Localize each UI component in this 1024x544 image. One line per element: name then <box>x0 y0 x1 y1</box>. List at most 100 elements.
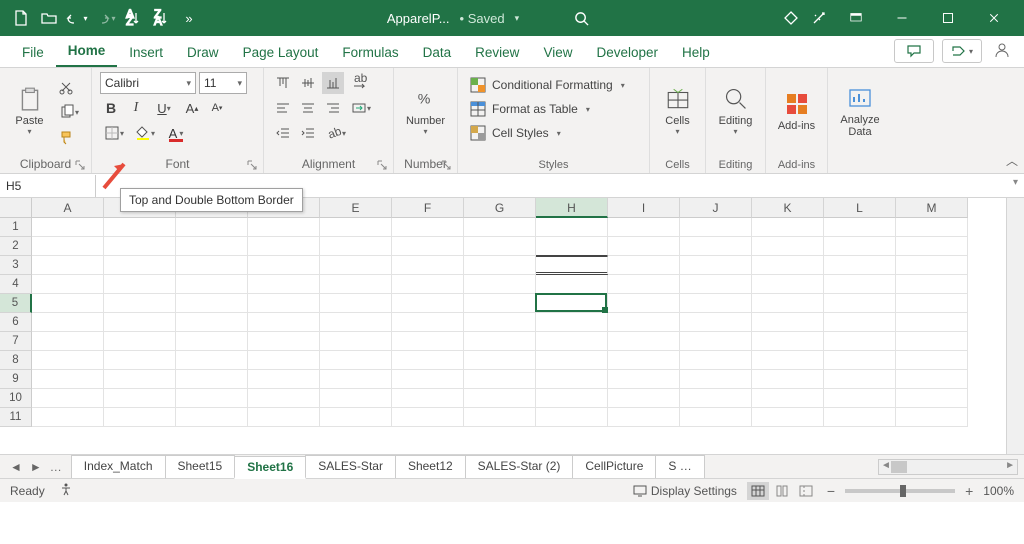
sheet-nav-next-icon[interactable]: ► <box>30 460 42 474</box>
cell[interactable] <box>896 408 968 427</box>
cell[interactable] <box>104 313 176 332</box>
cell[interactable] <box>536 389 608 408</box>
cell[interactable] <box>464 294 536 313</box>
row-header[interactable]: 3 <box>0 256 32 275</box>
row-header[interactable]: 9 <box>0 370 32 389</box>
cell[interactable] <box>608 370 680 389</box>
formula-bar-expand-icon[interactable]: ▾ <box>1013 177 1018 188</box>
cell[interactable] <box>464 313 536 332</box>
cell[interactable] <box>608 294 680 313</box>
cell[interactable] <box>248 332 320 351</box>
cell[interactable] <box>248 294 320 313</box>
underline-button[interactable]: U▾ <box>150 97 178 119</box>
cell[interactable] <box>320 389 392 408</box>
sort-desc-icon[interactable]: ZA <box>148 5 174 31</box>
format-painter-icon[interactable] <box>55 126 77 148</box>
search-icon[interactable] <box>569 6 593 30</box>
row-header[interactable]: 1 <box>0 218 32 237</box>
cell[interactable] <box>752 332 824 351</box>
tab-developer[interactable]: Developer <box>584 39 670 67</box>
cell[interactable] <box>32 275 104 294</box>
paste-button[interactable]: Paste ▾ <box>8 72 51 150</box>
select-all-corner[interactable] <box>0 198 32 218</box>
column-header[interactable]: I <box>608 198 680 218</box>
cell[interactable] <box>32 218 104 237</box>
cell[interactable] <box>176 256 248 275</box>
cell[interactable] <box>536 408 608 427</box>
cell[interactable] <box>536 218 608 237</box>
column-header[interactable]: K <box>752 198 824 218</box>
cell[interactable] <box>752 370 824 389</box>
cell[interactable] <box>608 351 680 370</box>
close-button[interactable] <box>972 4 1016 32</box>
row-header[interactable]: 4 <box>0 275 32 294</box>
cell-styles-button[interactable]: Cell Styles▾ <box>466 122 629 144</box>
cells-button[interactable]: Cells▾ <box>658 72 697 150</box>
dialog-launcher-icon[interactable] <box>441 160 451 170</box>
cell[interactable] <box>464 332 536 351</box>
cell[interactable] <box>464 256 536 275</box>
cell[interactable] <box>32 237 104 256</box>
cell[interactable] <box>608 332 680 351</box>
sheet-tab[interactable]: Sheet16 <box>234 456 306 479</box>
display-settings-button[interactable]: Display Settings <box>633 484 737 498</box>
tab-formulas[interactable]: Formulas <box>330 39 410 67</box>
dialog-launcher-icon[interactable] <box>247 160 257 170</box>
cell[interactable] <box>680 275 752 294</box>
cell[interactable] <box>536 237 608 256</box>
italic-button[interactable]: I <box>125 97 147 119</box>
borders-button[interactable]: ▾ <box>100 122 128 144</box>
cell[interactable] <box>896 256 968 275</box>
cell[interactable] <box>392 256 464 275</box>
tab-home[interactable]: Home <box>56 37 118 67</box>
cell[interactable] <box>320 218 392 237</box>
sheet-tab[interactable]: SALES-Star <box>305 455 396 478</box>
sort-asc-icon[interactable]: AZ <box>120 5 146 31</box>
zoom-in-button[interactable]: + <box>965 483 973 499</box>
cell[interactable] <box>536 256 608 275</box>
cell[interactable] <box>824 313 896 332</box>
cell[interactable] <box>32 256 104 275</box>
cell[interactable] <box>32 294 104 313</box>
cell[interactable] <box>752 351 824 370</box>
cell[interactable] <box>824 237 896 256</box>
cell[interactable] <box>752 275 824 294</box>
cell[interactable] <box>608 237 680 256</box>
row-header[interactable]: 2 <box>0 237 32 256</box>
cell[interactable] <box>248 256 320 275</box>
sheet-tab[interactable]: S … <box>655 455 704 478</box>
cell[interactable] <box>248 408 320 427</box>
merge-button[interactable]: ▾ <box>347 97 375 119</box>
undo-icon[interactable]: ▾ <box>64 5 90 31</box>
increase-indent-icon[interactable] <box>297 122 319 144</box>
cell[interactable] <box>824 218 896 237</box>
tab-review[interactable]: Review <box>463 39 531 67</box>
cell[interactable] <box>536 275 608 294</box>
cell[interactable] <box>752 408 824 427</box>
cell[interactable] <box>680 351 752 370</box>
name-box[interactable]: H5 <box>0 175 96 197</box>
cell[interactable] <box>392 237 464 256</box>
sheet-tab[interactable]: Sheet12 <box>395 455 466 478</box>
cell[interactable] <box>176 275 248 294</box>
cell[interactable] <box>320 275 392 294</box>
tab-view[interactable]: View <box>531 39 584 67</box>
cell[interactable] <box>680 389 752 408</box>
align-middle-icon[interactable] <box>297 72 319 94</box>
cell[interactable] <box>320 256 392 275</box>
spreadsheet-grid[interactable]: 1234567891011 ABCDEFGHIJKLM <box>0 198 1024 454</box>
analyze-data-button[interactable]: Analyze Data <box>836 72 884 150</box>
horizontal-scrollbar[interactable]: ◄► <box>878 459 1018 475</box>
cell[interactable] <box>104 256 176 275</box>
cell[interactable] <box>896 275 968 294</box>
tab-page-layout[interactable]: Page Layout <box>231 39 331 67</box>
cell[interactable] <box>104 370 176 389</box>
shrink-font-icon[interactable]: A▾ <box>206 97 228 119</box>
cell[interactable] <box>104 275 176 294</box>
cell[interactable] <box>896 332 968 351</box>
align-left-icon[interactable] <box>272 97 294 119</box>
cell[interactable] <box>320 351 392 370</box>
cell[interactable] <box>896 218 968 237</box>
cell[interactable] <box>752 313 824 332</box>
tab-file[interactable]: File <box>10 39 56 67</box>
